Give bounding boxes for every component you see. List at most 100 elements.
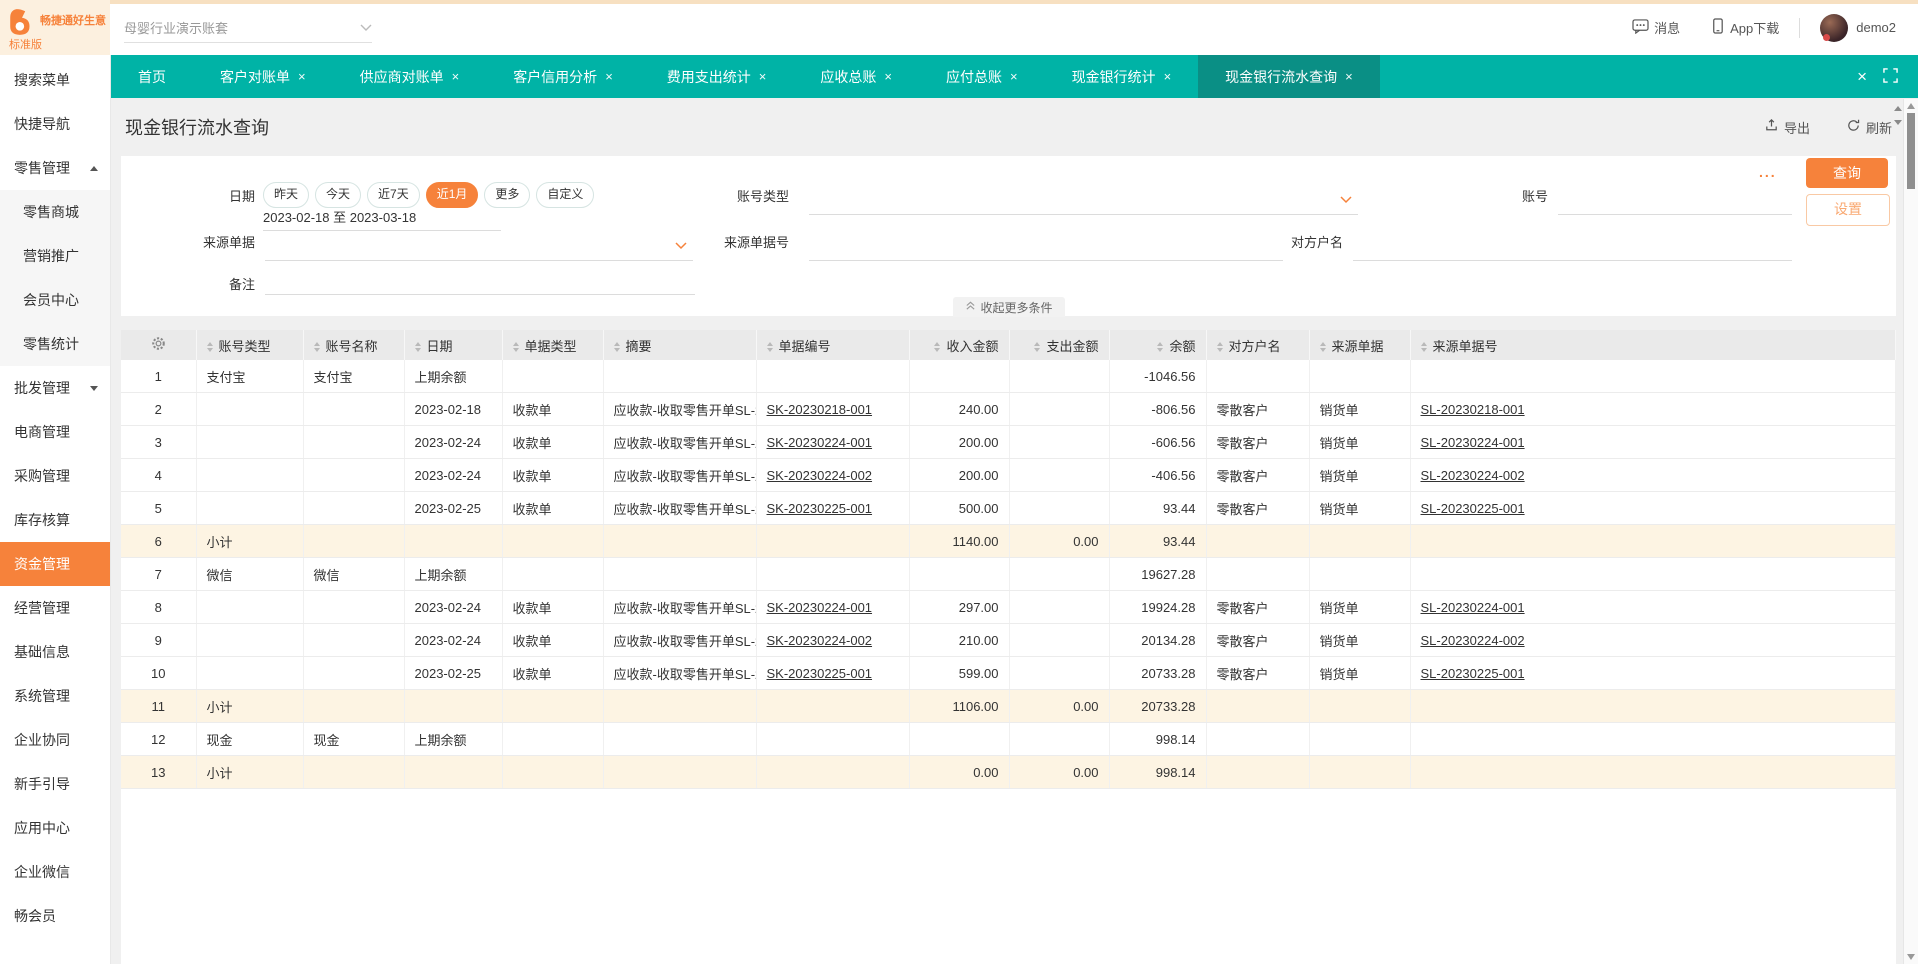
tab-现金银行统计[interactable]: 现金银行统计 × <box>1045 55 1199 98</box>
sort-arrows-icon[interactable] <box>934 342 941 353</box>
close-tab-icon[interactable]: × <box>605 69 613 84</box>
username[interactable]: demo2 <box>1856 20 1896 35</box>
sidebar-item-电商管理[interactable]: 电商管理 <box>0 410 110 454</box>
column-header-source[interactable]: 来源单据 <box>1309 330 1411 360</box>
doc_no-link[interactable]: SK-20230225-001 <box>767 666 873 681</box>
query-button[interactable]: 查询 <box>1806 158 1888 188</box>
sidebar-item-营销推广[interactable]: 营销推广 <box>0 234 110 278</box>
account-type-select[interactable] <box>809 184 1358 215</box>
sidebar-item-零售商城[interactable]: 零售商城 <box>0 190 110 234</box>
doc_no-link[interactable]: SK-20230218-001 <box>767 402 873 417</box>
table-row[interactable]: 7 微信 微信 上期余额 19627.28 <box>121 557 1896 591</box>
column-header-date[interactable]: 日期 <box>404 330 503 360</box>
sidebar-item-经营管理[interactable]: 经营管理 <box>0 586 110 630</box>
close-tab-icon[interactable]: × <box>1010 69 1018 84</box>
table-row[interactable]: 3 2023-02-24 收款单 应收款-收取零售开单SL-2 SK-20230224-… <box>121 425 1896 459</box>
column-header-account_name[interactable]: 账号名称 <box>303 330 405 360</box>
column-header-doc_no[interactable]: 单据编号 <box>756 330 910 360</box>
column-header-counterpart[interactable]: 对方户名 <box>1206 330 1310 360</box>
date-preset-近1月[interactable]: 近1月 <box>425 182 479 208</box>
close-tab-icon[interactable]: × <box>759 69 767 84</box>
date-preset-今天[interactable]: 今天 <box>315 182 362 208</box>
close-all-tabs-icon[interactable]: × <box>1857 68 1867 85</box>
vertical-scrollbar[interactable] <box>1903 99 1918 964</box>
source_no-link[interactable]: SL-20230224-002 <box>1421 633 1525 648</box>
column-settings-button[interactable] <box>121 330 197 360</box>
sidebar-item-畅会员[interactable]: 畅会员 <box>0 894 110 938</box>
doc_no-link[interactable]: SK-20230224-001 <box>767 435 873 450</box>
sidebar-item-库存核算[interactable]: 库存核算 <box>0 498 110 542</box>
date-range-input[interactable]: 2023-02-18 至 2023-03-18 <box>263 207 501 231</box>
source_no-link[interactable]: SL-20230225-001 <box>1421 501 1525 516</box>
tab-供应商对账单[interactable]: 供应商对账单 × <box>333 55 487 98</box>
scrollbar-up-arrow[interactable] <box>1907 103 1915 109</box>
export-button[interactable]: 导出 <box>1764 118 1810 137</box>
sidebar-item-快捷导航[interactable]: 快捷导航 <box>0 102 110 146</box>
avatar[interactable] <box>1820 13 1849 42</box>
table-row[interactable]: 5 2023-02-25 收款单 应收款-收取零售开单SL-2 SK-20230225-… <box>121 491 1896 525</box>
source_no-link[interactable]: SL-20230218-001 <box>1421 402 1525 417</box>
column-header-summary[interactable]: 摘要 <box>603 330 757 360</box>
column-header-expense[interactable]: 支出金额 <box>1009 330 1110 360</box>
tab-现金银行流水查询[interactable]: 现金银行流水查询 × <box>1198 55 1380 98</box>
close-tab-icon[interactable]: × <box>884 69 892 84</box>
fullscreen-icon[interactable] <box>1883 67 1898 86</box>
table-row[interactable]: 4 2023-02-24 收款单 应收款-收取零售开单SL-2 SK-20230224-… <box>121 458 1896 492</box>
sort-arrows-icon[interactable] <box>1216 342 1223 353</box>
table-row[interactable]: 12 现金 现金 上期余额 998.14 <box>121 722 1896 756</box>
source_no-link[interactable]: SL-20230225-001 <box>1421 666 1525 681</box>
sidebar-item-会员中心[interactable]: 会员中心 <box>0 278 110 322</box>
scroll-down-icon[interactable] <box>1894 120 1902 125</box>
counterpart-input[interactable] <box>1353 230 1792 261</box>
sidebar-item-系统管理[interactable]: 系统管理 <box>0 674 110 718</box>
column-header-source_no[interactable]: 来源单据号 <box>1410 330 1896 360</box>
close-tab-icon[interactable]: × <box>1164 69 1172 84</box>
doc_no-link[interactable]: SK-20230224-002 <box>767 633 873 648</box>
column-header-account_type[interactable]: 账号类型 <box>196 330 304 360</box>
date-preset-近7天[interactable]: 近7天 <box>367 182 420 208</box>
tab-客户对账单[interactable]: 客户对账单 × <box>193 55 333 98</box>
tab-客户信用分析[interactable]: 客户信用分析 × <box>486 55 640 98</box>
refresh-button[interactable]: 刷新 <box>1846 118 1892 137</box>
sidebar-item-应用中心[interactable]: 应用中心 <box>0 806 110 850</box>
doc_no-link[interactable]: SK-20230224-001 <box>767 600 873 615</box>
tab-首页[interactable]: 首页 <box>111 55 193 98</box>
sort-arrows-icon[interactable] <box>613 342 620 353</box>
account-input[interactable] <box>1558 184 1792 215</box>
more-options-ellipsis[interactable]: ... <box>1759 164 1777 180</box>
tab-费用支出统计[interactable]: 费用支出统计 × <box>640 55 794 98</box>
date-preset-自定义[interactable]: 自定义 <box>536 182 595 208</box>
app-download-button[interactable]: App下载 <box>1710 18 1779 37</box>
tab-应付总账[interactable]: 应付总账 × <box>919 55 1045 98</box>
chevron-down-icon[interactable] <box>1340 192 1352 207</box>
table-row[interactable]: 13 小计 0.00 0.00 998.14 <box>121 755 1896 789</box>
table-row[interactable]: 9 2023-02-24 收款单 应收款-收取零售开单SL-2 SK-20230224-… <box>121 623 1896 657</box>
table-row[interactable]: 6 小计 1140.00 0.00 93.44 <box>121 524 1896 558</box>
sort-arrows-icon[interactable] <box>414 342 421 353</box>
sidebar-item-批发管理[interactable]: 批发管理 <box>0 366 110 410</box>
sidebar-item-搜索菜单[interactable]: 搜索菜单 <box>0 58 110 102</box>
date-preset-昨天[interactable]: 昨天 <box>263 182 310 208</box>
settings-button[interactable]: 设置 <box>1806 194 1890 226</box>
sidebar-item-零售统计[interactable]: 零售统计 <box>0 322 110 366</box>
table-row[interactable]: 8 2023-02-24 收款单 应收款-收取零售开单SL-2 SK-20230224-… <box>121 590 1896 624</box>
table-row[interactable]: 1 支付宝 支付宝 上期余额 -1046.56 <box>121 360 1896 393</box>
close-tab-icon[interactable]: × <box>452 69 460 84</box>
sidebar-item-资金管理[interactable]: 资金管理 <box>0 542 110 586</box>
sort-arrows-icon[interactable] <box>206 342 213 353</box>
sort-arrows-icon[interactable] <box>1319 342 1326 353</box>
column-header-income[interactable]: 收入金额 <box>909 330 1010 360</box>
sidebar-item-零售管理[interactable]: 零售管理 <box>0 146 110 190</box>
remark-input[interactable] <box>265 268 695 295</box>
table-row[interactable]: 10 2023-02-25 收款单 应收款-收取零售开单SL-2 SK-20230225… <box>121 656 1896 690</box>
table-row[interactable]: 2 2023-02-18 收款单 应收款-收取零售开单SL-2 SK-20230218-… <box>121 392 1896 426</box>
sort-arrows-icon[interactable] <box>313 342 320 353</box>
sort-arrows-icon[interactable] <box>1157 342 1164 353</box>
account-set-select[interactable]: 母婴行业演示账套 <box>124 12 372 43</box>
scrollbar-thumb[interactable] <box>1907 113 1915 189</box>
column-header-doc_type[interactable]: 单据类型 <box>502 330 604 360</box>
column-header-balance[interactable]: 余额 <box>1109 330 1207 360</box>
table-row[interactable]: 11 小计 1106.00 0.00 20733.28 <box>121 689 1896 723</box>
date-preset-更多[interactable]: 更多 <box>484 182 531 208</box>
messages-button[interactable]: 消息 <box>1632 18 1680 37</box>
